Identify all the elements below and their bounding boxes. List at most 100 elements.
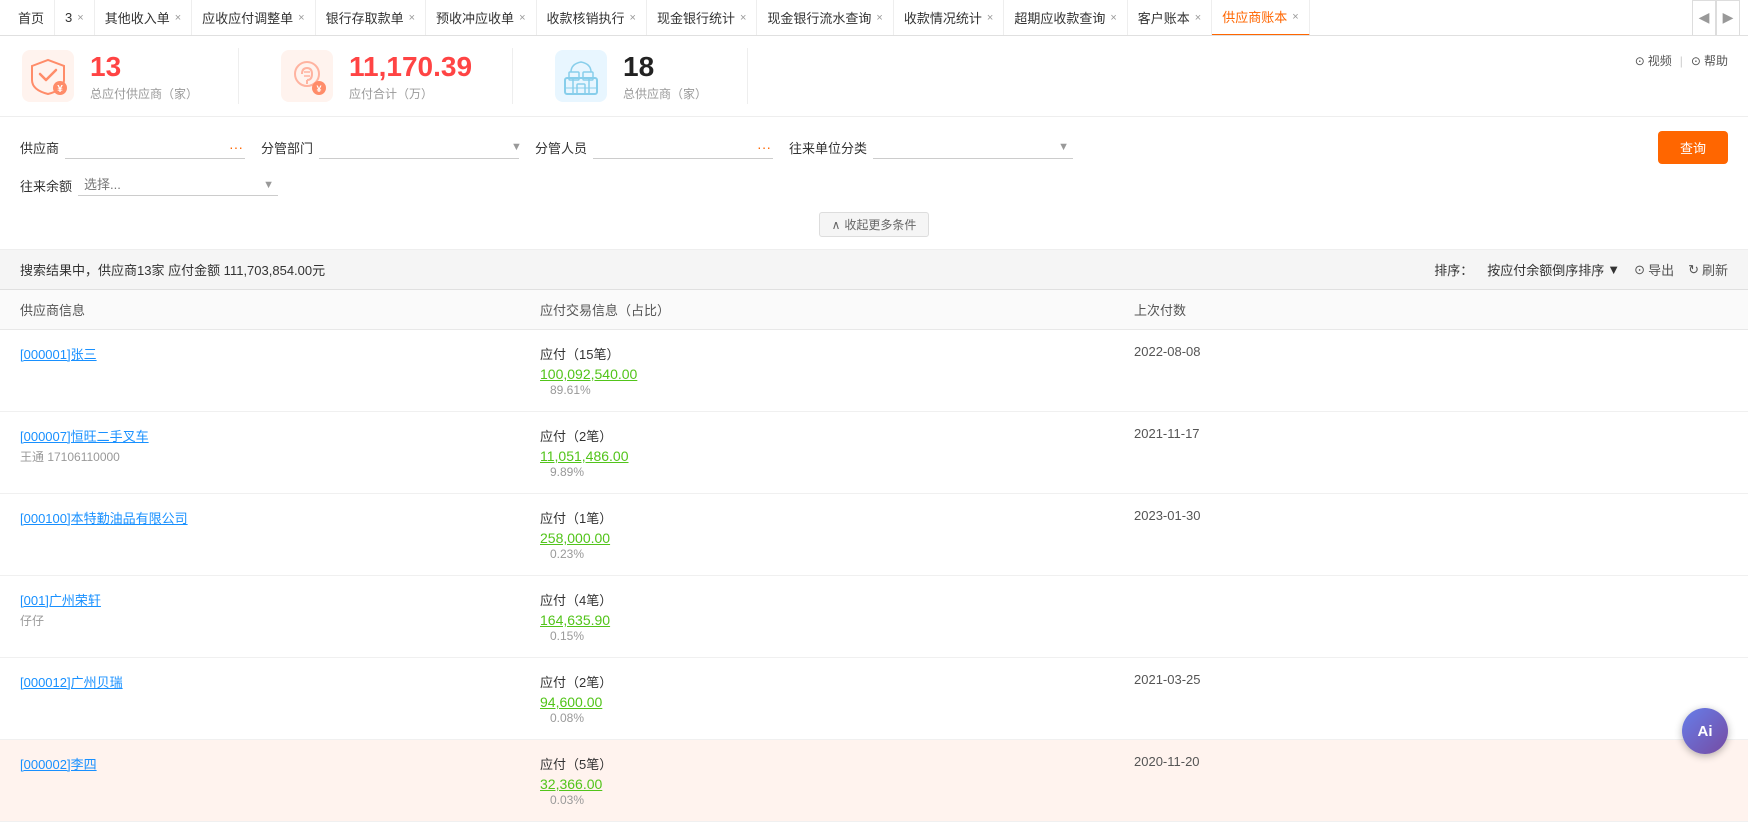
nav-tab-home[interactable]: 首页	[8, 0, 55, 36]
category-field: 往来单位分类 ▼	[789, 137, 1073, 159]
supplier-link[interactable]: [000007]恒旺二手叉车	[20, 429, 149, 444]
close-icon[interactable]: ×	[1110, 12, 1116, 24]
chevron-up-icon: ∧	[832, 218, 841, 232]
table-row: [000007]恒旺二手叉车 王通 17106110000 应付（2笔） 11,…	[0, 412, 1748, 494]
nav-tab-collection-stats[interactable]: 收款情况统计 ×	[894, 0, 1004, 36]
results-info: 搜索结果中，供应商13家 应付金额 111,703,854.00元	[20, 260, 325, 279]
nav-tab-collection[interactable]: 收款核销执行 ×	[537, 0, 647, 36]
results-actions: 排序： 按应付余额倒序排序 ▼ ⊙ 导出 ↻ 刷新	[1434, 260, 1728, 279]
category-input[interactable]	[873, 137, 1054, 158]
payable-total-icon: ¥	[279, 48, 335, 104]
close-icon[interactable]: ×	[740, 12, 746, 24]
close-icon[interactable]: ×	[987, 12, 993, 24]
table-row: [000012]广州贝瑞 应付（2笔） 94,600.00 0.08% 2021…	[0, 658, 1748, 740]
sort-value: 按应付余额倒序排序	[1487, 260, 1604, 279]
video-link[interactable]: ⊙ 视频	[1635, 52, 1672, 69]
table-row: [000100]本特勤油品有限公司 应付（1笔） 258,000.00 0.23…	[0, 494, 1748, 576]
supplier-link[interactable]: [000001]张三	[20, 347, 97, 362]
person-dots-icon[interactable]: ···	[753, 139, 775, 155]
dept-input[interactable]	[319, 137, 507, 158]
payable-suppliers-number: 13	[90, 50, 198, 84]
tx-label: 应付（15笔）	[540, 347, 619, 362]
supplier-link[interactable]: [000002]李四	[20, 757, 97, 772]
col-supplier-info: 供应商信息	[20, 300, 540, 319]
dept-label: 分管部门	[261, 138, 313, 157]
close-icon[interactable]: ×	[409, 12, 415, 24]
category-dropdown-arrow-icon[interactable]: ▼	[1054, 141, 1073, 153]
person-label: 分管人员	[535, 138, 587, 157]
nav-prev-arrow[interactable]: ◀	[1692, 0, 1716, 36]
close-icon[interactable]: ×	[519, 12, 525, 24]
stat-text-payable-suppliers: 13 总应付供应商（家）	[90, 50, 198, 103]
nav-tab-other-income[interactable]: 其他收入单 ×	[95, 0, 192, 36]
results-bar: 搜索结果中，供应商13家 应付金额 111,703,854.00元 排序： 按应…	[0, 250, 1748, 290]
tx-amount[interactable]: 164,635.90	[540, 612, 1134, 628]
nav-tab-cash-flow[interactable]: 现金银行流水查询 ×	[757, 0, 893, 36]
nav-tab-supplier-ledger[interactable]: 供应商账本 ×	[1212, 0, 1309, 36]
supplier-link[interactable]: [000012]广州贝瑞	[20, 675, 123, 690]
transaction-info: 应付（1笔） 258,000.00 0.23%	[540, 508, 1134, 561]
supplier-input[interactable]	[65, 137, 225, 158]
supplier-link[interactable]: [000100]本特勤油品有限公司	[20, 511, 188, 526]
nav-tab-label: 其他收入单	[105, 8, 170, 27]
nav-tab-cash-stats[interactable]: 现金银行统计 ×	[647, 0, 757, 36]
nav-tab-bank-deposit[interactable]: 银行存取款单 ×	[316, 0, 426, 36]
close-icon[interactable]: ×	[876, 12, 882, 24]
refresh-icon: ↻	[1688, 262, 1699, 278]
close-icon[interactable]: ×	[298, 12, 304, 24]
help-link[interactable]: ⊙ 帮助	[1691, 52, 1728, 69]
transaction-info: 应付（4笔） 164,635.90 0.15%	[540, 590, 1134, 643]
data-table: 供应商信息 应付交易信息（占比） 上次付数 [000001]张三 应付（15笔）…	[0, 290, 1748, 822]
transaction-info: 应付（2笔） 94,600.00 0.08%	[540, 672, 1134, 725]
refresh-label: 刷新	[1702, 260, 1728, 279]
balance-input[interactable]	[78, 174, 259, 195]
tx-label: 应付（4笔）	[540, 593, 612, 608]
table-header: 供应商信息 应付交易信息（占比） 上次付数	[0, 290, 1748, 330]
supplier-dots-icon[interactable]: ···	[225, 139, 247, 155]
close-icon[interactable]: ×	[1195, 12, 1201, 24]
top-right-links: ⊙ 视频 | ⊙ 帮助	[1635, 52, 1728, 69]
close-icon[interactable]: ×	[1292, 11, 1298, 23]
close-icon[interactable]: ×	[630, 12, 636, 24]
collapse-button[interactable]: ∧ 收起更多条件	[819, 212, 930, 237]
tx-amount[interactable]: 32,366.00	[540, 776, 1134, 792]
export-button[interactable]: ⊙ 导出	[1634, 260, 1674, 279]
tx-amount[interactable]: 11,051,486.00	[540, 448, 1134, 464]
nav-tab-prepay[interactable]: 预收冲应收单 ×	[426, 0, 536, 36]
close-icon[interactable]: ×	[175, 12, 181, 24]
dept-dropdown-arrow-icon[interactable]: ▼	[507, 141, 526, 153]
supplier-cell: [000100]本特勤油品有限公司	[20, 508, 540, 527]
payable-total-label: 应付合计（万）	[349, 85, 472, 102]
ai-assistant-button[interactable]: Ai	[1682, 708, 1728, 754]
category-select-container: ▼	[873, 137, 1073, 159]
person-field: 分管人员 ···	[535, 137, 773, 159]
nav-tab-adjust[interactable]: 应收应付调整单 ×	[192, 0, 315, 36]
nav-next-arrow[interactable]: ▶	[1716, 0, 1740, 36]
export-label: 导出	[1648, 260, 1674, 279]
query-button[interactable]: 查询	[1658, 131, 1728, 164]
tx-amount[interactable]: 258,000.00	[540, 530, 1134, 546]
tx-amount[interactable]: 94,600.00	[540, 694, 1134, 710]
sort-dropdown-arrow-icon: ▼	[1607, 262, 1620, 277]
nav-tab-customer-ledger[interactable]: 客户账本 ×	[1128, 0, 1212, 36]
person-input[interactable]	[593, 137, 753, 158]
total-suppliers-number: 18	[623, 50, 707, 84]
nav-tab-label: 现金银行流水查询	[767, 8, 871, 27]
supplier-label: 供应商	[20, 138, 59, 157]
sort-button[interactable]: 按应付余额倒序排序 ▼	[1487, 260, 1620, 279]
nav-tab-overdue[interactable]: 超期应收款查询 ×	[1004, 0, 1127, 36]
nav-tab-label: 超期应收款查询	[1014, 8, 1105, 27]
balance-dropdown-arrow-icon[interactable]: ▼	[259, 179, 278, 191]
nav-tab-label: 客户账本	[1138, 8, 1190, 27]
transaction-info: 应付（5笔） 32,366.00 0.03%	[540, 754, 1134, 807]
close-icon[interactable]: ×	[77, 12, 83, 24]
nav-tab-label: 首页	[18, 8, 44, 27]
nav-tab-label: 预收冲应收单	[436, 8, 514, 27]
nav-tab-3[interactable]: 3 ×	[55, 0, 95, 36]
nav-tab-label: 应收应付调整单	[202, 8, 293, 27]
balance-label: 往来余额	[20, 176, 72, 195]
table-row: [001]广州荣轩 仔仔 应付（4笔） 164,635.90 0.15%	[0, 576, 1748, 658]
tx-amount[interactable]: 100,092,540.00	[540, 366, 1134, 382]
refresh-button[interactable]: ↻ 刷新	[1688, 260, 1728, 279]
supplier-link[interactable]: [001]广州荣轩	[20, 593, 101, 608]
